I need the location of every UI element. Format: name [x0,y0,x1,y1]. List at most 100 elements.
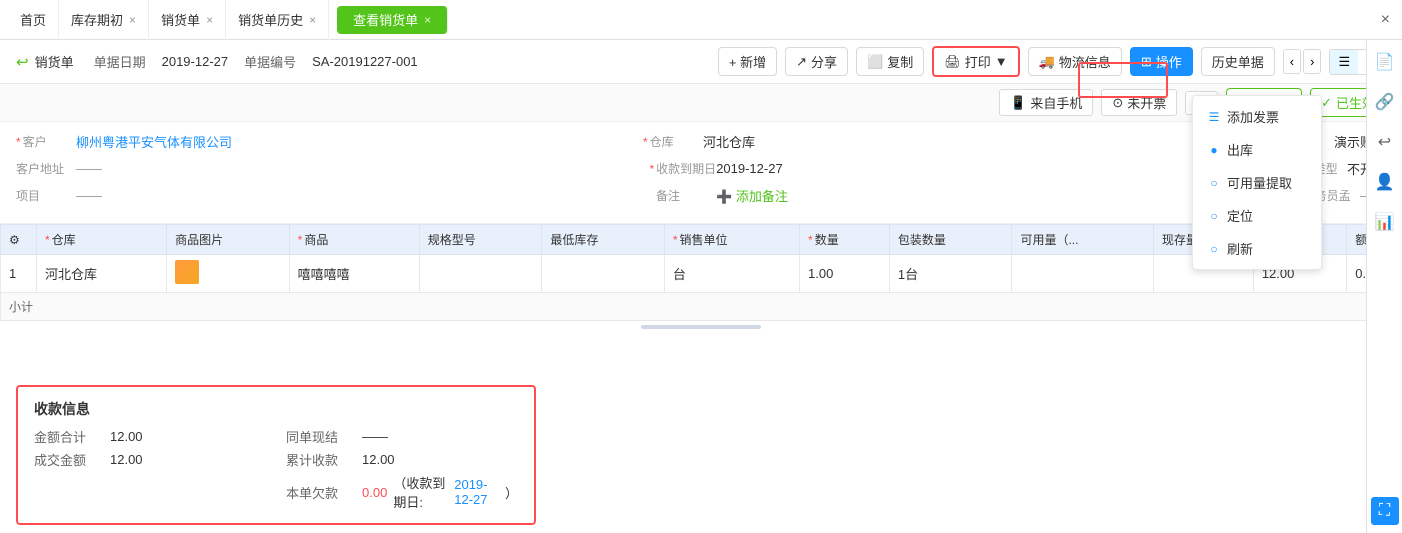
sidebar-icon-2[interactable]: 🔗 [1371,88,1399,116]
payment-title: 收款信息 [34,399,518,419]
address-label: 客户地址 [16,160,76,177]
same-order-label: 同单现结 [286,427,356,446]
subtotal-row: 小计 [1,293,1402,321]
ticket-icon: ⊙ [1112,95,1123,111]
sidebar-icon-4[interactable]: 👤 [1371,168,1399,196]
print-icon: 🖨 [944,54,961,70]
same-order-value: —— [362,429,388,444]
outbound-icon: ● [1207,143,1221,157]
view-list[interactable]: ☰ [1330,50,1358,74]
add-invoice-icon: ☰ [1207,110,1221,124]
warehouse-field: 仓库 河北仓库 [643,132,1270,151]
balance-row: 本单欠款 0.00 （收款到期日: 2019-12-27 ） [286,473,518,511]
row-unit: 台 [664,255,799,293]
number-label: 单据编号 [244,52,296,71]
customer-value[interactable]: 柳州粤港平安气体有限公司 [76,132,232,151]
doc-actions: + 新增 ↗ 分享 ⬜ 复制 🖨 打印 ▼ 🚚 物流信息 ⊞ 操作 [718,46,1386,77]
sidebar-expand-icon[interactable]: ⛶ [1371,497,1399,525]
add-notes-button[interactable]: ➕ 添加备注 [716,186,788,205]
cumulative-value: 12.00 [362,452,395,467]
new-button[interactable]: + 新增 [718,47,777,76]
tab-sales-history[interactable]: 销货单历史 × [226,0,329,40]
dropdown-add-invoice[interactable]: ☰ 添加发票 [1193,100,1321,133]
row-spec [419,255,542,293]
dropdown-outbound[interactable]: ● 出库 [1193,133,1321,166]
total-label: 金额合计 [34,427,104,446]
doc-header: ↩ 销货单 单据日期 2019-12-27 单据编号 SA-20191227-0… [0,40,1402,84]
balance-value: 0.00 [362,485,387,500]
project-value: —— [76,188,102,203]
copy-icon: ⬜ [867,54,883,70]
effect-check-icon: ✓ [1321,95,1332,111]
number-value: SA-20191227-001 [312,54,418,69]
payment-info-box: 收款信息 金额合计 12.00 同单现结 —— 成交金额 12.00 累计收款 … [16,385,536,525]
total-value: 12.00 [110,429,143,444]
share-icon: ↗ [796,54,807,70]
col-product: 商品 [289,225,419,255]
col-settings[interactable]: ⚙ [1,225,37,255]
history-button[interactable]: 历史单据 [1201,47,1275,76]
print-button[interactable]: 🖨 打印 ▼ [932,46,1019,77]
nav-next[interactable]: › [1303,49,1321,74]
col-min-stock: 最低库存 [542,225,665,255]
print-dropdown-arrow: ▼ [995,54,1008,69]
warehouse-value: 河北仓库 [703,132,755,151]
row-pack-qty: 1台 [889,255,1012,293]
due-note-end: ） [505,483,518,502]
col-warehouse: 仓库 [37,225,167,255]
notes-label: 备注 [656,187,716,204]
tab-bar: 首页 库存期初 × 销货单 × 销货单历史 × 查看销货单 × × [0,0,1402,40]
close-tab-view-sales[interactable]: × [424,13,431,27]
from-phone-button[interactable]: 📱 来自手机 [999,89,1093,116]
subtotal-label: 小计 [1,293,1402,321]
doc-meta: 单据日期 2019-12-27 单据编号 SA-20191227-001 [94,52,418,71]
logistics-button[interactable]: 🚚 物流信息 [1028,47,1122,76]
close-tab-sales-history[interactable]: × [309,13,316,27]
sidebar-icon-3[interactable]: ↩ [1371,128,1399,156]
tab-inventory[interactable]: 库存期初 × [59,0,149,40]
logistics-icon: 🚚 [1039,54,1055,70]
row-index: 1 [1,255,37,293]
col-available: 可用量（... [1012,225,1153,255]
row-min-stock [542,255,665,293]
right-sidebar: 📄 🔗 ↩ 👤 📊 ⛶ [1366,40,1402,533]
copy-button[interactable]: ⬜ 复制 [856,47,924,76]
close-tab-sales[interactable]: × [206,13,213,27]
due-date-field: 收款到期日 2019-12-27 [650,160,1284,177]
not-open-button[interactable]: ⊙ 未开票 [1101,89,1177,116]
horizontal-scrollbar[interactable] [641,325,761,329]
nav-prev[interactable]: ‹ [1283,49,1301,74]
locate-icon: ○ [1207,209,1221,223]
due-date-value: 2019-12-27 [716,161,783,176]
row-image [167,255,290,293]
dropdown-available-qty[interactable]: ○ 可用量提取 [1193,166,1321,199]
row-product: 嘻嘻嘻嘻 [289,255,419,293]
doc-title: ↩ 销货单 [16,52,74,71]
available-qty-icon: ○ [1207,176,1221,190]
tab-view-sales[interactable]: 查看销货单 × [337,6,448,34]
due-date-label: 收款到期日 [650,160,717,177]
col-unit: 销售单位 [664,225,799,255]
project-field: 项目 —— [16,187,656,204]
due-date-value: 2019-12-27 [454,477,499,507]
dropdown-locate[interactable]: ○ 定位 [1193,199,1321,232]
close-tab-inventory[interactable]: × [129,13,136,27]
dropdown-refresh[interactable]: ○ 刷新 [1193,232,1321,265]
col-spec: 规格型号 [419,225,542,255]
sidebar-icon-1[interactable]: 📄 [1371,48,1399,76]
doc-icon: ↩ [16,53,29,71]
total-row: 金额合计 12.00 [34,427,266,446]
transaction-value: 12.00 [110,452,143,467]
product-image [175,260,199,284]
tab-sales[interactable]: 销货单 × [149,0,226,40]
row-warehouse: 河北仓库 [37,255,167,293]
date-label: 单据日期 [94,52,146,71]
transaction-row: 成交金额 12.00 [34,450,266,469]
form-row-1: 客户 柳州粤港平安气体有限公司 仓库 河北仓库 业务员 演示账号 [16,132,1386,151]
payment-grid: 金额合计 12.00 同单现结 —— 成交金额 12.00 累计收款 12.00… [34,427,518,511]
window-close-button[interactable]: × [1381,11,1390,29]
sidebar-icon-5[interactable]: 📊 [1371,208,1399,236]
ops-button[interactable]: ⊞ 操作 [1130,47,1193,76]
share-button[interactable]: ↗ 分享 [785,47,848,76]
tab-home[interactable]: 首页 [8,0,59,40]
